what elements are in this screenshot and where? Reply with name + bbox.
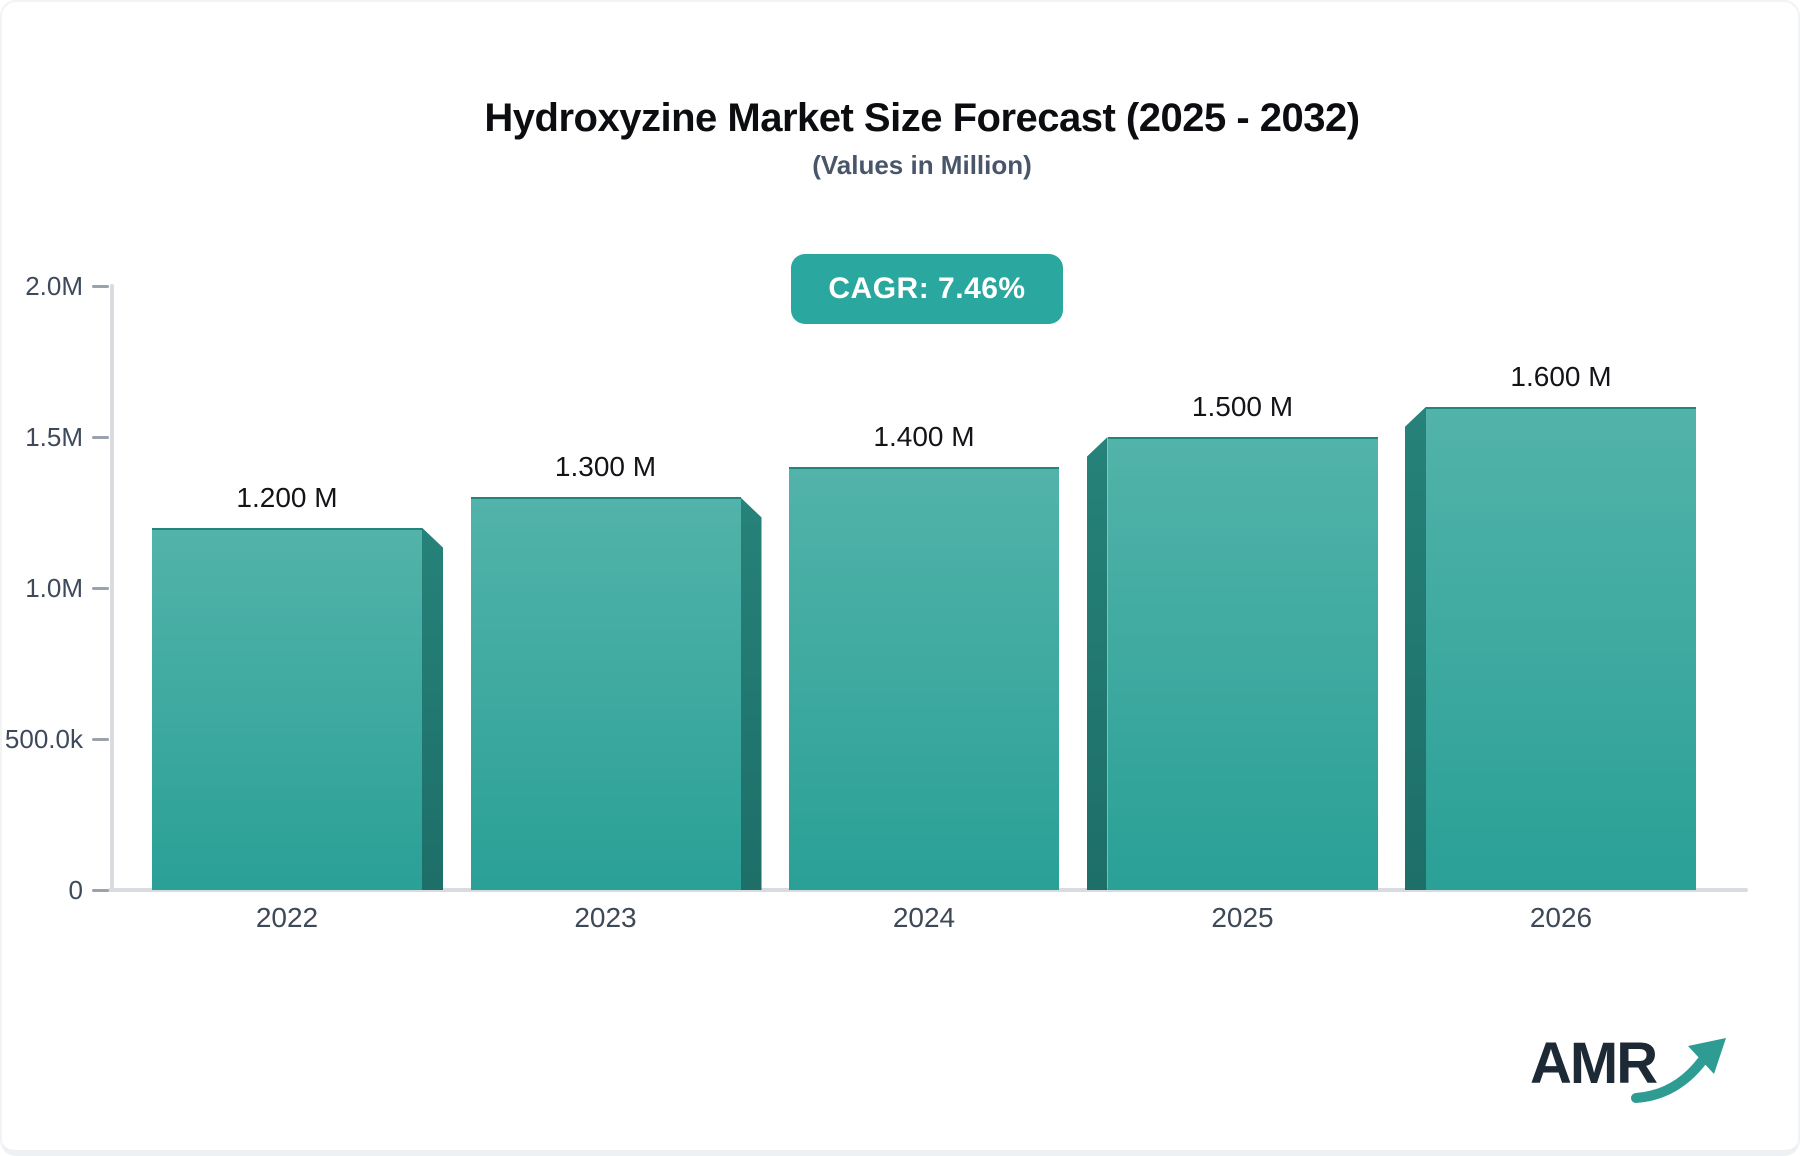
bar-3d-edge: [422, 527, 443, 890]
bar-2024: [789, 467, 1059, 890]
y-axis-tick-label: 1.5M: [25, 421, 83, 452]
x-axis-label: 2026: [1529, 902, 1593, 933]
bar-value-label: 1.200 M: [236, 481, 338, 513]
bar-2022: [152, 527, 422, 890]
bar-value-label: 1.400 M: [873, 421, 975, 453]
y-axis-tick-label: 2.0M: [25, 270, 83, 301]
x-axis-label: 2022: [255, 902, 319, 933]
chart-card: Hydroxyzine Market Size Forecast (2025 -…: [0, 0, 1800, 1156]
bar-3d-edge: [740, 497, 762, 890]
y-axis-line: [110, 284, 114, 892]
bar-2026: [1426, 406, 1696, 890]
y-axis-tick-mark: [92, 586, 109, 590]
y-axis-tick: 0: [2, 875, 109, 905]
y-axis-tick-label: 0: [68, 874, 83, 905]
y-axis-tick-label: 1.0M: [25, 572, 83, 603]
bar-3d-edge: [1086, 437, 1108, 890]
bar-2023: [470, 497, 741, 890]
x-axis-label: 2025: [1211, 902, 1274, 933]
y-axis-tick-mark: [92, 737, 109, 741]
bar-value-label: 1.300 M: [554, 451, 657, 483]
bar-value-label: 1.500 M: [1191, 391, 1294, 422]
y-axis-tick-mark: [92, 435, 109, 439]
y-axis-tick-mark: [92, 284, 109, 288]
y-axis-tick-mark: [92, 888, 109, 892]
y-axis-tick: 1.0M: [2, 573, 109, 603]
bar-2025: [1107, 437, 1378, 890]
x-axis-label: 2023: [574, 902, 637, 933]
y-axis-tick: 500.0k: [2, 724, 109, 754]
y-axis-tick: 2.0M: [2, 271, 109, 301]
bar-chart: 2.0M 1.5M 1.0M 500.0k 0 1.200 M 2022 1.300 M 202…: [2, 2, 1798, 1150]
y-axis-tick-label: 500.0k: [4, 723, 83, 754]
bar-value-label: 1.600 M: [1510, 360, 1612, 392]
bar-3d-edge: [1405, 406, 1426, 890]
y-axis-tick: 1.5M: [2, 422, 109, 452]
amr-logo: AMR: [1530, 1030, 1750, 1120]
x-axis-label: 2024: [892, 902, 956, 933]
growth-arrow-icon: [1631, 1038, 1726, 1103]
